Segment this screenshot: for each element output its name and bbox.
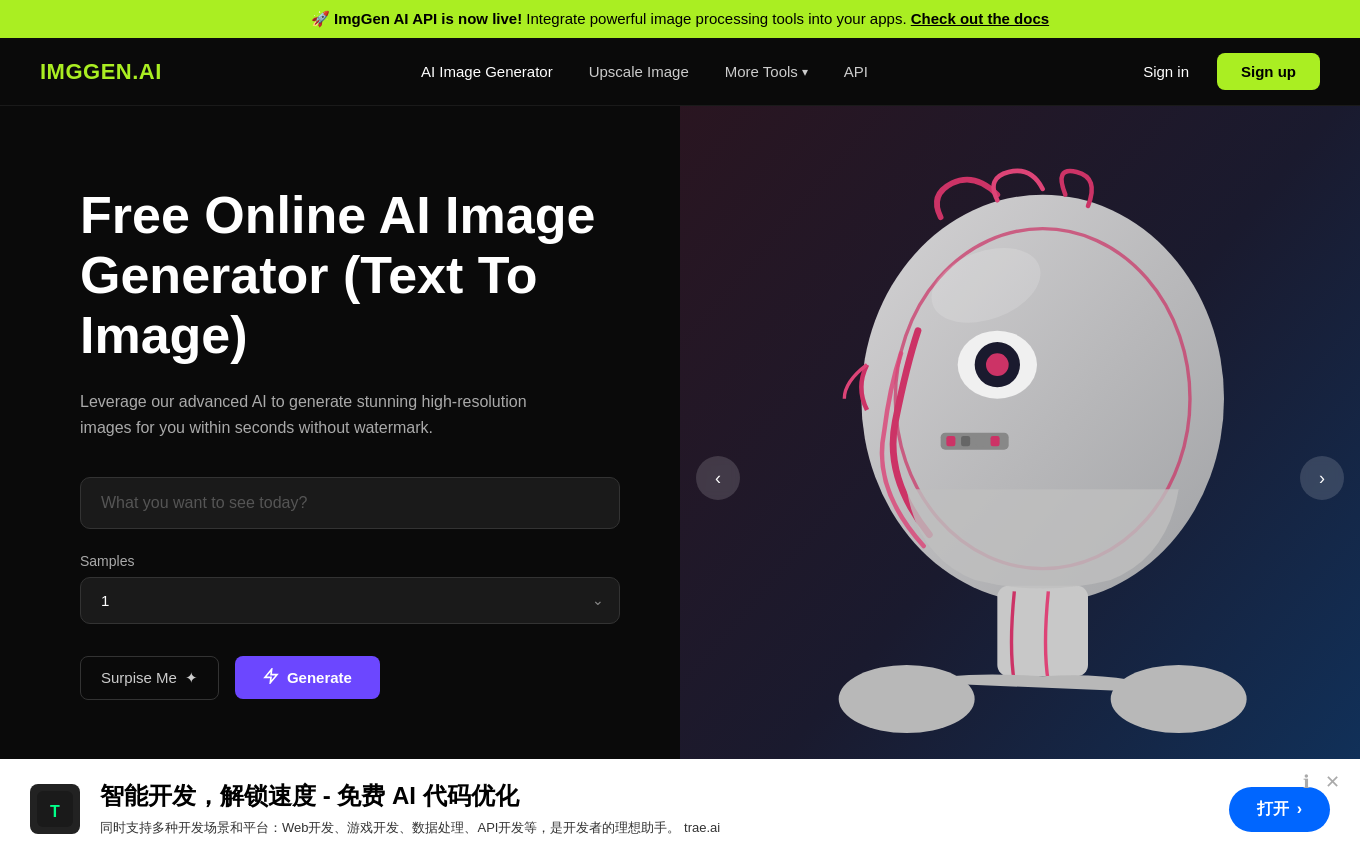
nav-more-tools-label: More Tools — [725, 63, 798, 80]
chevron-down-icon: ▾ — [802, 65, 808, 79]
samples-label: Samples — [80, 553, 640, 569]
ad-cta-button[interactable]: 打开 › — [1229, 787, 1330, 832]
ad-cta-arrow-icon: › — [1297, 800, 1302, 818]
ad-content: 智能开发，解锁速度 - 免费 AI 代码优化 同时支持多种开发场景和平台：Web… — [100, 780, 1209, 838]
sparkle-icon: ✦ — [185, 669, 198, 687]
announcement-banner: 🚀 ImgGen AI API is now live! Integrate p… — [0, 0, 1360, 38]
generate-label: Generate — [287, 669, 352, 686]
auth-buttons: Sign in Sign up — [1127, 53, 1320, 90]
surprise-me-button[interactable]: Surpise Me ✦ — [80, 656, 219, 700]
nav-upscale-image[interactable]: Upscale Image — [575, 55, 703, 88]
robot-svg-illustration — [680, 106, 1360, 850]
hero-content: Free Online AI Image Generator (Text To … — [0, 106, 680, 850]
signin-button[interactable]: Sign in — [1127, 55, 1205, 88]
hero-image-area: ‹ › — [680, 106, 1360, 850]
hero-title: Free Online AI Image Generator (Text To … — [80, 186, 640, 365]
ad-title: 智能开发，解锁速度 - 免费 AI 代码优化 — [100, 780, 1209, 812]
logo-ai: AI — [139, 59, 162, 84]
nav-links: AI Image Generator Upscale Image More To… — [407, 55, 882, 88]
nav-more-tools[interactable]: More Tools ▾ — [711, 55, 822, 88]
svg-point-9 — [1111, 665, 1247, 733]
samples-select[interactable]: 1 2 3 4 — [80, 577, 620, 624]
svg-point-6 — [986, 353, 1009, 376]
announcement-rocket: 🚀 — [311, 10, 330, 27]
svg-marker-0 — [265, 669, 277, 682]
announcement-desc-text: Integrate powerful image processing tool… — [526, 10, 906, 27]
hero-subtitle: Leverage our advanced AI to generate stu… — [80, 389, 560, 440]
samples-wrapper: 1 2 3 4 ⌄ — [80, 577, 620, 624]
navbar: IMGGEN.AI AI Image Generator Upscale Ima… — [0, 38, 1360, 106]
ad-logo: T — [30, 784, 80, 834]
hero-section: Free Online AI Image Generator (Text To … — [0, 106, 1360, 850]
ad-cta-label: 打开 — [1257, 799, 1289, 820]
signup-button[interactable]: Sign up — [1217, 53, 1320, 90]
prompt-input[interactable] — [80, 477, 620, 529]
ad-description: 同时支持多种开发场景和平台：Web开发、游戏开发、数据处理、API开发等，是开发… — [100, 818, 1209, 838]
logo-dot: . — [132, 59, 139, 84]
svg-rect-14 — [991, 436, 1000, 446]
carousel-prev-button[interactable]: ‹ — [696, 456, 740, 500]
svg-rect-11 — [946, 436, 955, 446]
samples-section: Samples 1 2 3 4 ⌄ — [80, 553, 640, 656]
generate-button[interactable]: Generate — [235, 656, 380, 699]
action-row: Surpise Me ✦ Generate — [80, 656, 640, 700]
surprise-label: Surpise Me — [101, 669, 177, 686]
ad-close-button[interactable]: ✕ — [1325, 771, 1340, 793]
svg-text:T: T — [50, 803, 60, 820]
nav-ai-image-generator[interactable]: AI Image Generator — [407, 55, 567, 88]
ad-banner: T 智能开发，解锁速度 - 免费 AI 代码优化 同时支持多种开发场景和平台：W… — [0, 759, 1360, 850]
generate-icon — [263, 668, 279, 687]
carousel-next-button[interactable]: › — [1300, 456, 1344, 500]
svg-rect-13 — [976, 436, 985, 446]
carousel-image — [680, 106, 1360, 850]
nav-api[interactable]: API — [830, 55, 882, 88]
logo-text: IMGGEN — [40, 59, 132, 84]
ad-info-icon[interactable]: ℹ — [1303, 771, 1310, 793]
svg-rect-12 — [961, 436, 970, 446]
svg-point-8 — [839, 665, 975, 733]
carousel: ‹ › — [680, 106, 1360, 850]
announcement-bold: ImgGen AI API is now live! — [334, 10, 522, 27]
logo[interactable]: IMGGEN.AI — [40, 59, 162, 85]
announcement-link[interactable]: Check out the docs — [911, 10, 1049, 27]
